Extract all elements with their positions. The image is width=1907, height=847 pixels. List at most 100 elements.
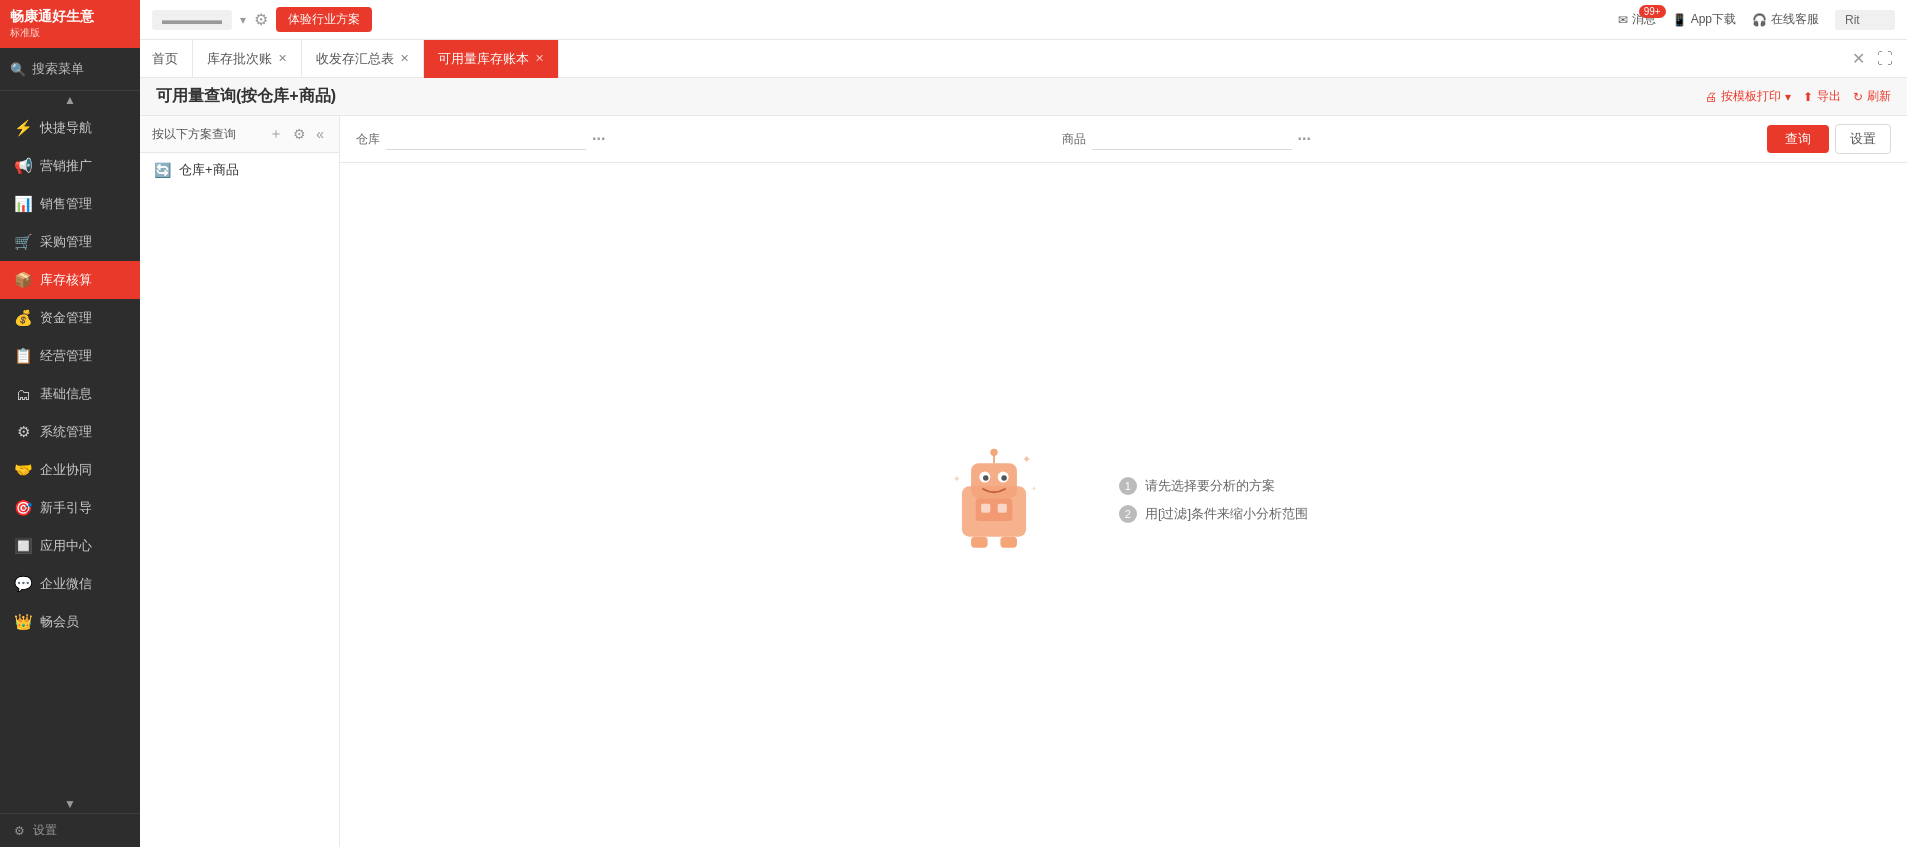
query-button[interactable]: 查询: [1767, 125, 1829, 153]
sidebar-item-purchase[interactable]: 🛒 采购管理: [0, 223, 140, 261]
sidebar-item-shortcuts[interactable]: ⚡ 快捷导航: [0, 109, 140, 147]
breadcrumb: ▬▬▬▬▬: [152, 10, 232, 30]
empty-row: ✦ ✦ ✦ 1 请先选择要分析的方案 2 用[过滤]条件来缩: [939, 445, 1308, 565]
sidebar-scroll-up-button[interactable]: ▲: [0, 91, 140, 109]
scheme-item-warehouse-product[interactable]: 🔄 仓库+商品: [140, 153, 339, 187]
sidebar-item-operations[interactable]: 📋 经营管理: [0, 337, 140, 375]
page-title: 可用量查询(按仓库+商品): [156, 86, 336, 107]
app-download-button[interactable]: 📱 App下载: [1672, 11, 1736, 28]
add-scheme-button[interactable]: ＋: [266, 124, 286, 144]
export-button[interactable]: ⬆ 导出: [1803, 88, 1841, 105]
online-service-button[interactable]: 🎧 在线客服: [1752, 11, 1819, 28]
sidebar-item-label: 畅会员: [40, 613, 79, 631]
topbar-settings-icon[interactable]: ⚙: [254, 10, 268, 29]
sidebar-item-label: 库存核算: [40, 271, 92, 289]
scheme-icon: 🔄: [154, 162, 171, 178]
sidebar-item-sales[interactable]: 📊 销售管理: [0, 185, 140, 223]
sidebar-item-label: 企业协同: [40, 461, 92, 479]
sidebar-item-label: 采购管理: [40, 233, 92, 251]
sidebar-item-system[interactable]: ⚙ 系统管理: [0, 413, 140, 451]
sidebar-item-appcenter[interactable]: 🔲 应用中心: [0, 527, 140, 565]
sidebar-item-label: 新手引导: [40, 499, 92, 517]
trial-button[interactable]: 体验行业方案: [276, 7, 372, 32]
print-dropdown-icon[interactable]: ▾: [1785, 90, 1791, 104]
shortcuts-icon: ⚡: [14, 119, 32, 137]
user-avatar[interactable]: Rit: [1835, 10, 1895, 30]
product-filter-group: 商品 ···: [1062, 129, 1756, 150]
tab-summary-label: 收发存汇总表: [316, 50, 394, 68]
tip-number-2: 2: [1119, 505, 1137, 523]
tabs-close-button[interactable]: ✕: [1850, 47, 1867, 70]
scheme-settings-button[interactable]: ⚙: [290, 125, 309, 143]
sidebar-item-enterprise[interactable]: 🤝 企业协同: [0, 451, 140, 489]
app-icon: 📱: [1672, 13, 1687, 27]
print-button[interactable]: 🖨 按模板打印 ▾: [1705, 88, 1791, 105]
tab-batch[interactable]: 库存批次账 ✕: [193, 40, 302, 78]
finance-icon: 💰: [14, 309, 32, 327]
warehouse-label: 仓库: [356, 131, 380, 148]
page-header: 可用量查询(按仓库+商品) 🖨 按模板打印 ▾ ⬆ 导出 ↻ 刷新: [140, 78, 1907, 116]
filter-settings-button[interactable]: 设置: [1835, 124, 1891, 154]
app-label: App下载: [1691, 11, 1736, 28]
tab-home-label: 首页: [152, 50, 178, 68]
sidebar-item-inventory[interactable]: 📦 库存核算: [0, 261, 140, 299]
message-icon: ✉: [1618, 13, 1628, 27]
sidebar-search-button[interactable]: 🔍 搜索菜单: [10, 56, 130, 82]
sales-icon: 📊: [14, 195, 32, 213]
sidebar-item-base[interactable]: 🗂 基础信息: [0, 375, 140, 413]
product-input[interactable]: [1092, 129, 1292, 150]
brand-name: 畅康通好生意: [10, 8, 94, 26]
sidebar-item-label: 资金管理: [40, 309, 92, 327]
sidebar-search-area: 🔍 搜索菜单: [0, 48, 140, 91]
message-badge: 99+: [1639, 5, 1666, 18]
tab-summary[interactable]: 收发存汇总表 ✕: [302, 40, 424, 78]
empty-tips: 1 请先选择要分析的方案 2 用[过滤]条件来缩小分析范围: [1119, 477, 1308, 533]
filter-bar: 仓库 ··· 商品 ··· 查询 设置: [340, 116, 1907, 163]
sidebar-item-marketing[interactable]: 📢 营销推广: [0, 147, 140, 185]
svg-rect-7: [981, 504, 990, 513]
left-panel-title: 按以下方案查询: [152, 126, 236, 143]
left-panel-header: 按以下方案查询 ＋ ⚙ «: [140, 116, 339, 153]
empty-tip-2: 2 用[过滤]条件来缩小分析范围: [1119, 505, 1308, 523]
sidebar: 畅康通好生意 标准版 🔍 搜索菜单 ▲ ⚡ 快捷导航 📢 营销推广 📊 销售管理…: [0, 0, 140, 847]
refresh-button[interactable]: ↻ 刷新: [1853, 88, 1891, 105]
tab-home[interactable]: 首页: [152, 40, 193, 78]
warehouse-more-icon[interactable]: ···: [592, 130, 605, 148]
product-more-icon[interactable]: ···: [1298, 130, 1311, 148]
svg-text:✦: ✦: [1031, 484, 1037, 493]
empty-tip-1: 1 请先选择要分析的方案: [1119, 477, 1308, 495]
sidebar-item-label: 营销推广: [40, 157, 92, 175]
right-main: 仓库 ··· 商品 ··· 查询 设置: [340, 116, 1907, 847]
warehouse-input[interactable]: [386, 129, 586, 150]
base-icon: 🗂: [14, 386, 32, 403]
topbar-dropdown-arrow[interactable]: ▾: [240, 13, 246, 27]
tip-text-1: 请先选择要分析的方案: [1145, 477, 1275, 495]
message-button[interactable]: ✉ 消息 99+: [1618, 11, 1656, 28]
refresh-label: 刷新: [1867, 88, 1891, 105]
export-icon: ⬆: [1803, 90, 1813, 104]
breadcrumb-text: ▬▬▬▬▬: [162, 13, 222, 27]
sidebar-bottom[interactable]: ⚙ 设置: [0, 813, 140, 847]
purchase-icon: 🛒: [14, 233, 32, 251]
tab-summary-close-icon[interactable]: ✕: [400, 52, 409, 65]
empty-illustration: ✦ ✦ ✦: [939, 445, 1059, 565]
sidebar-menu: ⚡ 快捷导航 📢 营销推广 📊 销售管理 🛒 采购管理 📦 库存核算 💰 资金管…: [0, 109, 140, 795]
marketing-icon: 📢: [14, 157, 32, 175]
sidebar-item-wechat[interactable]: 💬 企业微信: [0, 565, 140, 603]
export-label: 导出: [1817, 88, 1841, 105]
warehouse-filter-group: 仓库 ···: [356, 129, 1050, 150]
guide-icon: 🎯: [14, 499, 32, 517]
tab-available[interactable]: 可用量库存账本 ✕: [424, 40, 559, 78]
tab-available-close-icon[interactable]: ✕: [535, 52, 544, 65]
collapse-panel-button[interactable]: «: [313, 125, 327, 143]
empty-state: ✦ ✦ ✦ 1 请先选择要分析的方案 2 用[过滤]条件来缩: [340, 163, 1907, 847]
tab-batch-close-icon[interactable]: ✕: [278, 52, 287, 65]
svg-point-5: [1001, 475, 1007, 481]
sidebar-item-member[interactable]: 👑 畅会员: [0, 603, 140, 641]
sidebar-item-finance[interactable]: 💰 资金管理: [0, 299, 140, 337]
sidebar-item-label: 系统管理: [40, 423, 92, 441]
sidebar-item-guide[interactable]: 🎯 新手引导: [0, 489, 140, 527]
topbar: ▬▬▬▬▬ ▾ ⚙ 体验行业方案 ✉ 消息 99+ 📱 App下载 🎧 在线客服…: [140, 0, 1907, 40]
tabs-expand-button[interactable]: ⛶: [1875, 48, 1895, 70]
sidebar-scroll-down-button[interactable]: ▼: [0, 795, 140, 813]
